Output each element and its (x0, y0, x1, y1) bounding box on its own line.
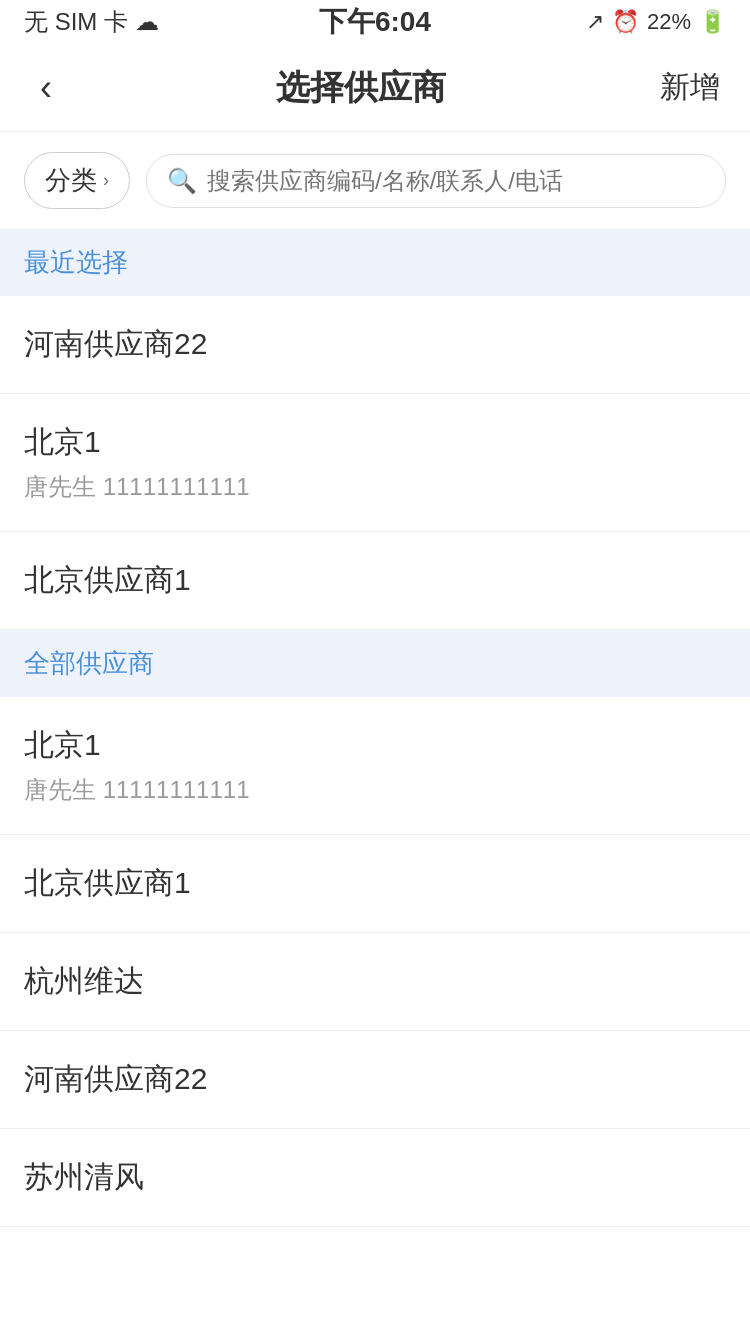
status-right: ↗ ⏰ 22% 🔋 (586, 9, 726, 35)
list-item[interactable]: 河南供应商22 (0, 296, 750, 394)
back-button[interactable]: ‹ (30, 57, 62, 119)
list-item[interactable]: 河南供应商22 (0, 1031, 750, 1129)
location-icon: ↗ (586, 9, 604, 35)
search-box: 🔍 (146, 154, 726, 208)
chevron-right-icon: › (103, 170, 109, 191)
recent-list: 河南供应商22 北京1 唐先生 11111111111 北京供应商1 (0, 296, 750, 630)
item-name: 河南供应商22 (24, 1059, 726, 1100)
all-list: 北京1 唐先生 11111111111 北京供应商1 杭州维达河南供应商22 苏州清风 (0, 697, 750, 1227)
item-name: 北京供应商1 (24, 863, 726, 904)
list-item[interactable]: 杭州维达 (0, 933, 750, 1031)
status-bar: 无 SIM 卡 ☁ 下午6:04 ↗ ⏰ 22% 🔋 (0, 0, 750, 44)
battery-icon: 🔋 (699, 9, 726, 35)
list-item[interactable]: 北京1 唐先生 11111111111 (0, 394, 750, 532)
category-label: 分类 (45, 163, 97, 198)
item-sub: 唐先生 11111111111 (24, 774, 726, 806)
item-name: 北京1 (24, 422, 726, 463)
item-name: 杭州维达 (24, 961, 726, 1002)
list-item[interactable]: 北京供应商1 (0, 835, 750, 933)
status-left: 无 SIM 卡 ☁ (24, 6, 159, 38)
all-section-header: 全部供应商 (0, 630, 750, 697)
add-button[interactable]: 新增 (660, 67, 720, 108)
alarm-icon: ⏰ (612, 9, 639, 35)
item-sub: 唐先生 11111111111 (24, 471, 726, 503)
category-button[interactable]: 分类 › (24, 152, 130, 209)
item-name: 北京1 (24, 725, 726, 766)
page-title: 选择供应商 (276, 65, 446, 111)
filter-row: 分类 › 🔍 (0, 132, 750, 229)
recent-section-header: 最近选择 (0, 229, 750, 296)
nav-bar: ‹ 选择供应商 新增 (0, 44, 750, 132)
item-name: 北京供应商1 (24, 560, 726, 601)
list-item[interactable]: 北京供应商1 (0, 532, 750, 630)
status-time: 下午6:04 (319, 3, 431, 41)
list-item[interactable]: 苏州清风 (0, 1129, 750, 1227)
item-name: 河南供应商22 (24, 324, 726, 365)
search-input[interactable] (207, 167, 705, 195)
item-name: 苏州清风 (24, 1157, 726, 1198)
list-item[interactable]: 北京1 唐先生 11111111111 (0, 697, 750, 835)
search-icon: 🔍 (167, 167, 197, 195)
battery-level: 22% (647, 9, 691, 35)
sim-status: 无 SIM 卡 ☁ (24, 6, 159, 38)
